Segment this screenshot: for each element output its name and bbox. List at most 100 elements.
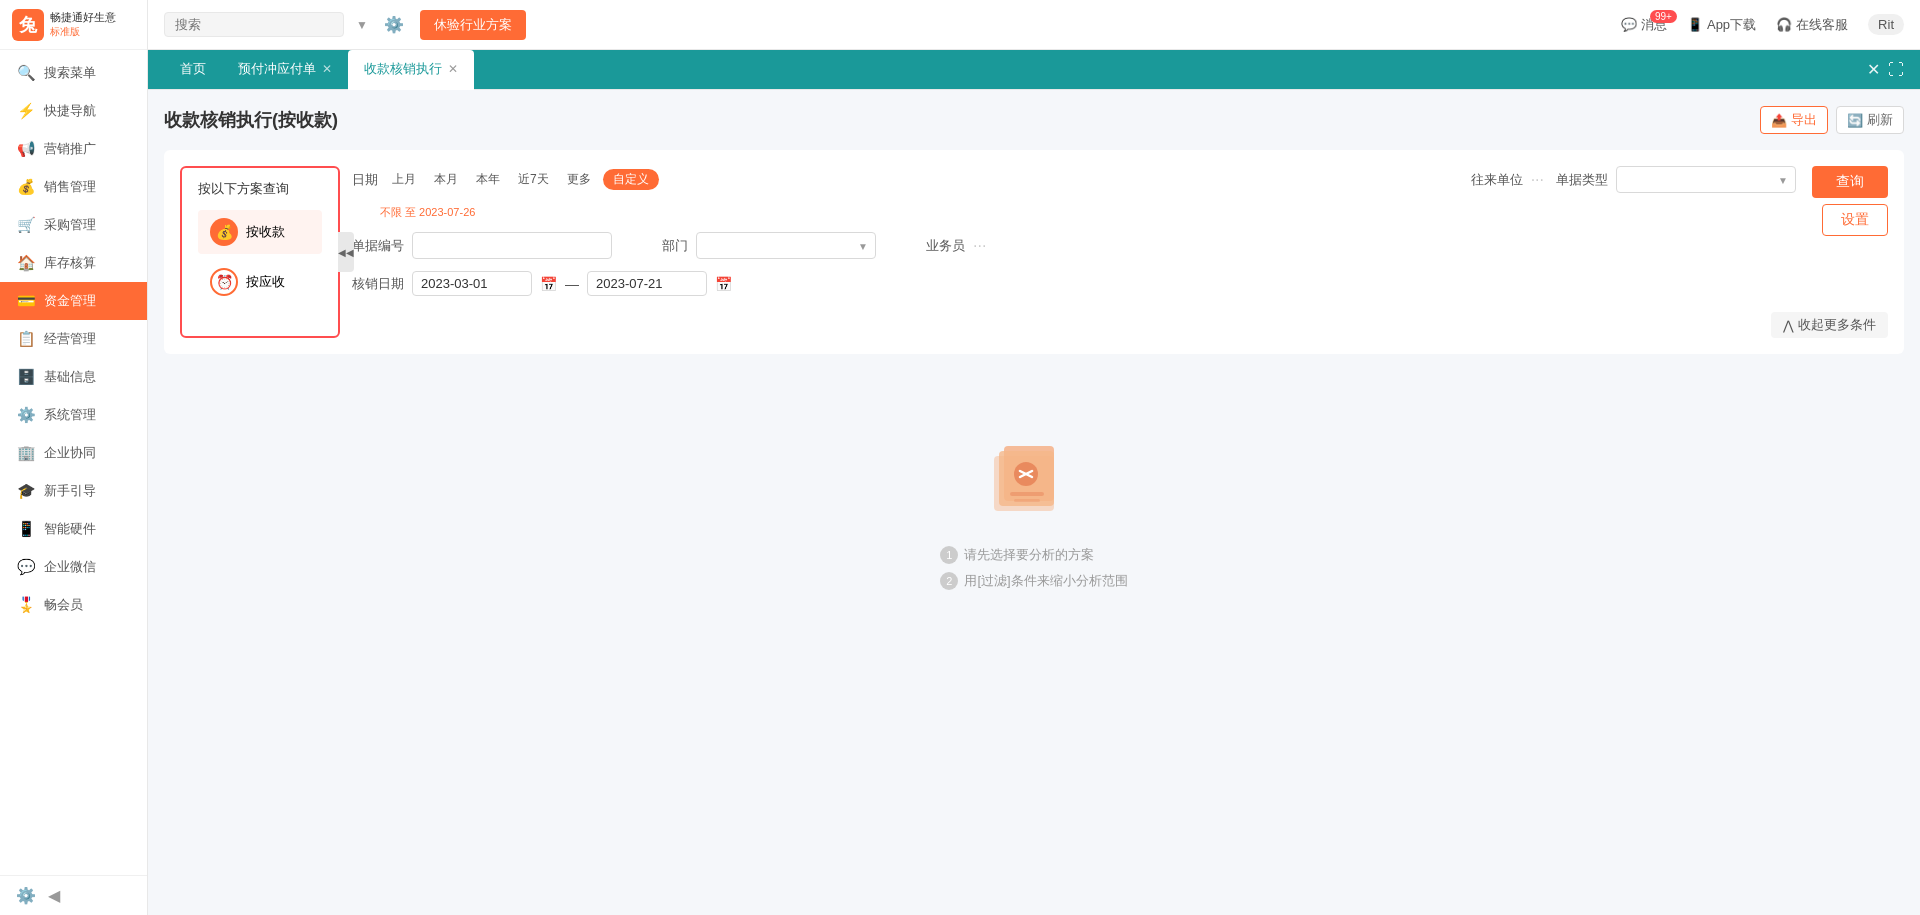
system-icon: ⚙️	[16, 406, 36, 424]
setting-button[interactable]: 设置	[1822, 204, 1888, 236]
refresh-button[interactable]: 🔄 刷新	[1836, 106, 1904, 134]
sidebar-item-system[interactable]: ⚙️ 系统管理	[0, 396, 147, 434]
partner-label: 往来单位	[1471, 171, 1523, 189]
sidebar-item-basic[interactable]: 🗄️ 基础信息	[0, 358, 147, 396]
svg-rect-6	[1010, 492, 1044, 496]
topbar-app-btn[interactable]: 📱 App下载	[1687, 16, 1756, 34]
doc-no-input[interactable]	[412, 232, 612, 259]
date-btn-this-year[interactable]: 本年	[470, 169, 506, 190]
page-title-row: 收款核销执行(按收款) 📤 导出 🔄 刷新	[164, 106, 1904, 134]
topbar-chevron-icon[interactable]: ▼	[356, 18, 368, 32]
export-button[interactable]: 📤 导出	[1760, 106, 1828, 134]
finance-icon: 💳	[16, 292, 36, 310]
tab-prepay-close[interactable]: ✕	[322, 62, 332, 76]
service-icon: 🎧	[1776, 17, 1792, 32]
inventory-icon: 🏠	[16, 254, 36, 272]
sidebar-item-inventory[interactable]: 🏠 库存核算	[0, 244, 147, 282]
receipt-option-icon: 💰	[210, 218, 238, 246]
tab-home[interactable]: 首页	[164, 50, 222, 90]
hardware-icon: 📱	[16, 520, 36, 538]
verify-date-end-calendar-icon[interactable]: 📅	[715, 276, 732, 292]
date-btn-this-month[interactable]: 本月	[428, 169, 464, 190]
doc-type-select[interactable]	[1616, 166, 1796, 193]
verify-date-end[interactable]	[587, 271, 707, 296]
sidebar-item-marketing[interactable]: 📢 营销推广	[0, 130, 147, 168]
message-badge: 99+	[1650, 10, 1677, 23]
sidebar-item-quick[interactable]: ⚡ 快捷导航	[0, 92, 147, 130]
app-name: 畅捷通好生意	[50, 10, 116, 24]
dept-filter-item: 部门 ▼	[662, 232, 876, 259]
empty-illustration	[974, 426, 1094, 526]
purchase-icon: 🛒	[16, 216, 36, 234]
sidebar-item-enterprise[interactable]: 🏢 企业协同	[0, 434, 147, 472]
quick-icon: ⚡	[16, 102, 36, 120]
verify-date-start[interactable]	[412, 271, 532, 296]
date-btn-custom[interactable]: 自定义	[603, 169, 659, 190]
filter-panel-title: 按以下方案查询	[198, 180, 322, 198]
staff-filter-item: 业务员 ···	[926, 237, 986, 255]
filter-section: 按以下方案查询 💰 按收款 ⏰ 按应收 ◀◀	[164, 150, 1904, 354]
query-button[interactable]: 查询	[1812, 166, 1888, 198]
tab-close-btn[interactable]: ✕	[1867, 60, 1880, 79]
topbar-search-input[interactable]	[164, 12, 344, 37]
date-label: 日期	[352, 171, 378, 189]
solution-button[interactable]: 休验行业方案	[420, 10, 526, 40]
date-btn-last-month[interactable]: 上月	[386, 169, 422, 190]
filter-collapse-btn[interactable]: ◀◀	[338, 232, 354, 272]
sidebar-item-hardware[interactable]: 📱 智能硬件	[0, 510, 147, 548]
collapse-conditions-btn[interactable]: ⋀ 收起更多条件	[1771, 312, 1888, 338]
sidebar-item-sales[interactable]: 💰 销售管理	[0, 168, 147, 206]
sidebar-bottom: ⚙️ ◀	[0, 875, 147, 915]
collapse-sidebar-icon[interactable]: ◀	[48, 886, 60, 905]
verify-date-range: 📅 — 📅	[412, 271, 732, 296]
tip-item-1: 1 请先选择要分析的方案	[940, 542, 1127, 568]
settings-bottom-icon[interactable]: ⚙️	[16, 886, 36, 905]
verify-date-start-calendar-icon[interactable]: 📅	[540, 276, 557, 292]
operation-icon: 📋	[16, 330, 36, 348]
export-icon: 📤	[1771, 113, 1787, 128]
marketing-icon: 📢	[16, 140, 36, 158]
query-btn-col: 查询 设置	[1812, 166, 1888, 236]
sidebar: 兔 畅捷通好生意 标准版 🔍 搜索菜单 ⚡ 快捷导航 📢 营销推广 💰 销售管理…	[0, 0, 148, 915]
filter-option-by-receipt[interactable]: 💰 按收款	[198, 210, 322, 254]
date-btn-7days[interactable]: 近7天	[512, 169, 555, 190]
sidebar-item-guide[interactable]: 🎓 新手引导	[0, 472, 147, 510]
tab-receipt[interactable]: 收款核销执行 ✕	[348, 50, 474, 90]
topbar-message-btn[interactable]: 💬 消息 99+	[1621, 16, 1667, 34]
topbar-service-btn[interactable]: 🎧 在线客服	[1776, 16, 1848, 34]
doc-type-select-wrapper: ▼	[1616, 166, 1796, 193]
app-version: 标准版	[50, 25, 116, 39]
partner-filter-item: 往来单位 ···	[1471, 171, 1544, 189]
empty-state: 1 请先选择要分析的方案 2 用[过滤]条件来缩小分析范围	[164, 366, 1904, 654]
tab-prepay[interactable]: 预付冲应付单 ✕	[222, 50, 348, 90]
logo-icon: 兔	[12, 9, 44, 41]
filter-left-panel: 按以下方案查询 💰 按收款 ⏰ 按应收 ◀◀	[180, 166, 340, 338]
sidebar-item-operation[interactable]: 📋 经营管理	[0, 320, 147, 358]
svg-rect-7	[1014, 499, 1040, 502]
wechat-icon: 💬	[16, 558, 36, 576]
page-actions: 📤 导出 🔄 刷新	[1760, 106, 1904, 134]
sidebar-item-member[interactable]: 🎖️ 畅会员	[0, 586, 147, 624]
staff-dots-btn[interactable]: ···	[973, 237, 986, 255]
filter-option-by-receivable[interactable]: ⏰ 按应收	[198, 260, 322, 304]
doc-type-filter-item: 单据类型 ▼	[1556, 166, 1796, 193]
sales-icon: 💰	[16, 178, 36, 196]
refresh-icon: 🔄	[1847, 113, 1863, 128]
sidebar-item-purchase[interactable]: 🛒 采购管理	[0, 206, 147, 244]
topbar-user[interactable]: Rit	[1868, 14, 1904, 35]
topbar: ▼ ⚙️ 休验行业方案 💬 消息 99+ 📱 App下载 🎧 在线客服 Rit	[148, 0, 1920, 50]
member-icon: 🎖️	[16, 596, 36, 614]
sidebar-item-search[interactable]: 🔍 搜索菜单	[0, 54, 147, 92]
dept-select[interactable]	[696, 232, 876, 259]
sidebar-item-wechat[interactable]: 💬 企业微信	[0, 548, 147, 586]
sidebar-item-finance[interactable]: 💳 资金管理	[0, 282, 147, 320]
date-btn-more[interactable]: 更多	[561, 169, 597, 190]
tab-receipt-close[interactable]: ✕	[448, 62, 458, 76]
tab-expand-btn[interactable]: ⛶	[1888, 60, 1904, 79]
page-title: 收款核销执行(按收款)	[164, 108, 338, 132]
staff-label: 业务员	[926, 237, 965, 255]
verify-date-filter-item: 核销日期 📅 — 📅	[352, 271, 732, 296]
empty-tips: 1 请先选择要分析的方案 2 用[过滤]条件来缩小分析范围	[940, 542, 1127, 594]
partner-dots-btn[interactable]: ···	[1531, 171, 1544, 189]
topbar-gear-icon[interactable]: ⚙️	[384, 15, 404, 34]
